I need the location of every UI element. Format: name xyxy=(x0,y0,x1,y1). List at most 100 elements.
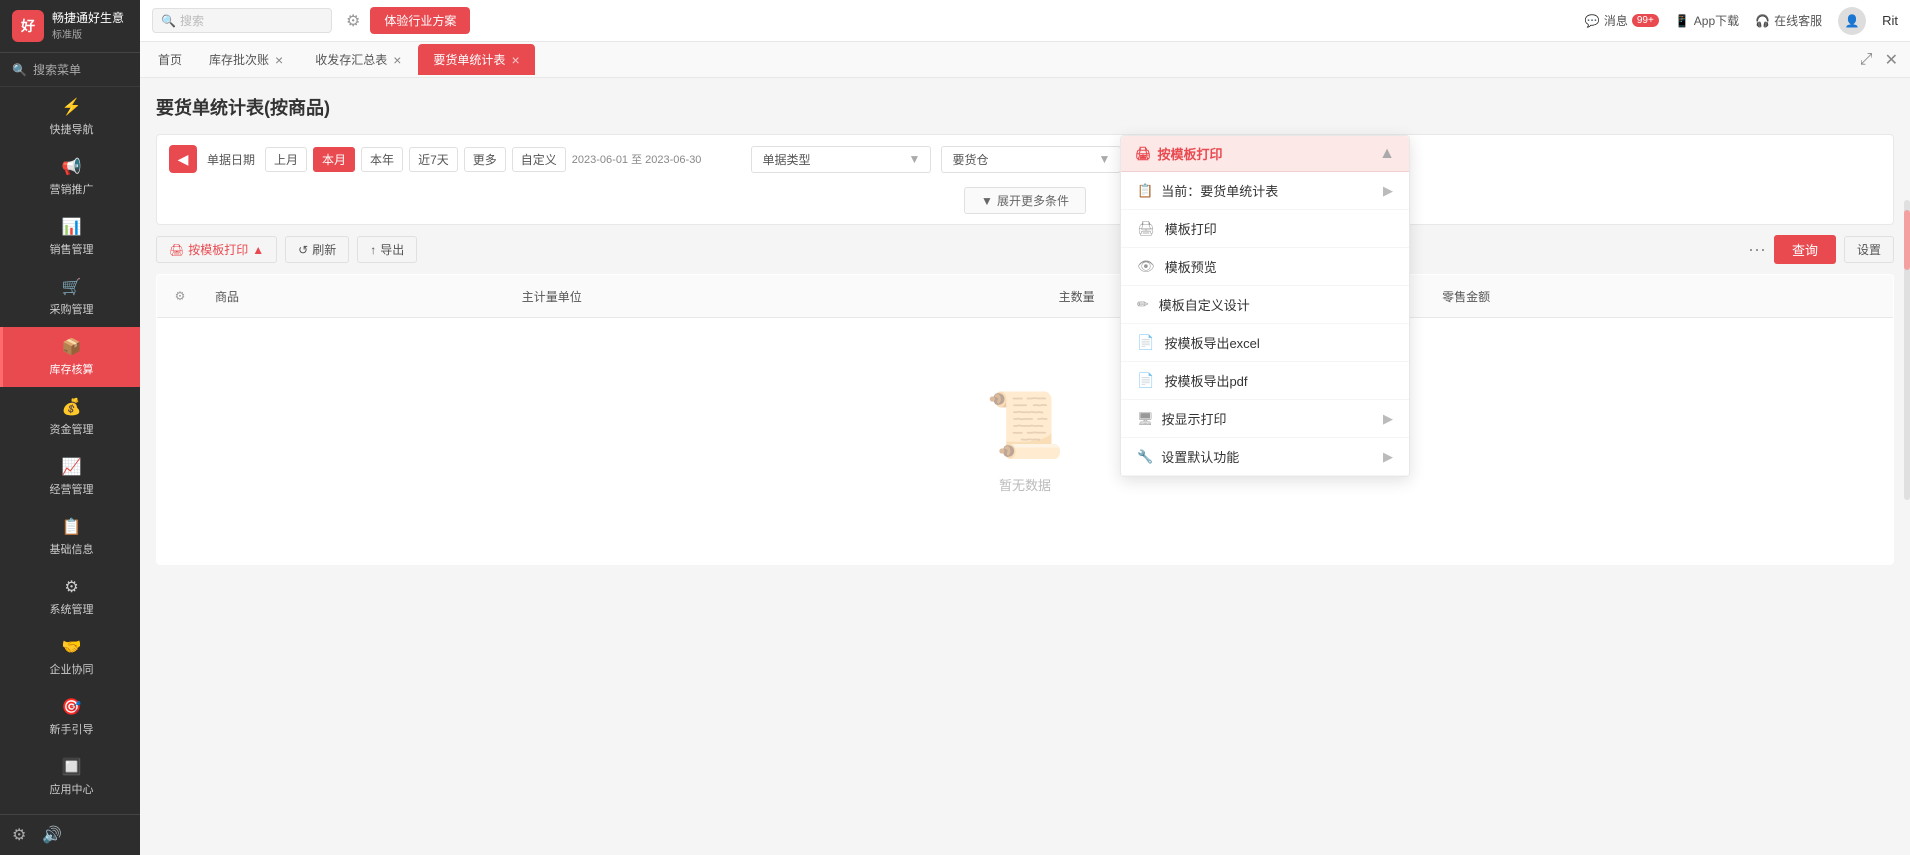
table-body: 📜 暂无数据 xyxy=(157,318,1894,565)
filter-bar: ◀ 单据日期 上月 本月 本年 近7天 更多 自定义 2023-06-01 至 … xyxy=(156,134,1894,225)
sidebar-item-inventory[interactable]: 📦 库存核算 xyxy=(0,327,140,387)
display-print-arrow-icon: ▶ xyxy=(1383,411,1393,427)
dropdown-item-export-pdf[interactable]: 📄 按模板导出pdf xyxy=(1121,362,1409,400)
sidebar-logo: 好 畅捷通好生意 标准版 xyxy=(0,0,140,53)
messages-badge: 99+ xyxy=(1632,14,1659,27)
date-btn-this-month[interactable]: 本月 xyxy=(313,147,355,172)
app-logo-icon: 好 xyxy=(12,10,44,42)
date-btn-this-year[interactable]: 本年 xyxy=(361,147,403,172)
dropdown-display-print-section[interactable]: 🖥 按显示打印 ▶ xyxy=(1121,400,1409,438)
topbar-search-box[interactable]: 🔍 搜索 xyxy=(152,8,332,33)
sidebar-item-quick-nav[interactable]: ⚡ 快捷导航 xyxy=(0,87,140,147)
sidebar-item-purchase[interactable]: 🛒 采购管理 xyxy=(0,267,140,327)
app-name: 畅捷通好生意 xyxy=(52,11,124,27)
dropdown-item-template-preview[interactable]: 👁 模板预览 xyxy=(1121,248,1409,286)
sidebar: 好 畅捷通好生意 标准版 🔍 搜索菜单 ⚡ 快捷导航 📢 营销推广 📊 销售管理… xyxy=(0,0,140,855)
sidebar-item-business[interactable]: 📈 经营管理 xyxy=(0,447,140,507)
print-template-button[interactable]: 🖨 按模板打印 ▲ xyxy=(156,236,277,263)
collab-nav-icon: 🤝 xyxy=(62,637,82,657)
scrollbar-thumb xyxy=(1904,210,1910,270)
app-name-block: 畅捷通好生意 标准版 xyxy=(52,11,124,42)
action-bar: 🖨 按模板打印 ▲ ↺ 刷新 ↑ 导出 ··· 查询 设置 xyxy=(156,235,1894,264)
type-filter-label: 单据类型 xyxy=(762,151,810,168)
sidebar-item-collab[interactable]: 🤝 企业协同 xyxy=(0,627,140,687)
refresh-button[interactable]: ↺ 刷新 xyxy=(285,236,349,263)
tab-requisition-stats[interactable]: 要货单统计表 × xyxy=(418,44,534,75)
topbar-settings-icon[interactable]: ⚙ xyxy=(346,11,360,31)
topbar-right: 💬 消息 99+ 📱 App下载 🎧 在线客服 👤 Rit xyxy=(1585,7,1898,35)
headset-icon: 🎧 xyxy=(1755,14,1770,28)
sidebar-item-finance[interactable]: 💰 资金管理 xyxy=(0,387,140,447)
tab-requisition-stats-label: 要货单统计表 xyxy=(433,51,505,68)
export-pdf-icon: 📄 xyxy=(1137,372,1154,389)
tab-home[interactable]: 首页 xyxy=(148,45,192,74)
settings-button[interactable]: 设置 xyxy=(1844,236,1894,263)
type-filter-arrow-icon: ▼ xyxy=(909,152,921,166)
dropdown-item-export-excel[interactable]: 📄 按模板导出excel xyxy=(1121,324,1409,362)
date-btn-more[interactable]: 更多 xyxy=(464,147,506,172)
user-avatar[interactable]: 👤 xyxy=(1838,7,1866,35)
dropdown-item-template-design[interactable]: ✏ 模板自定义设计 xyxy=(1121,286,1409,324)
apps-nav-label: 应用中心 xyxy=(50,781,94,797)
app-download-button[interactable]: 📱 App下载 xyxy=(1675,12,1739,29)
sidebar-item-guide[interactable]: 🎯 新手引导 xyxy=(0,687,140,747)
export-label: 导出 xyxy=(380,241,404,258)
trial-button[interactable]: 体验行业方案 xyxy=(370,7,470,34)
sidebar-item-marketing[interactable]: 📢 营销推广 xyxy=(0,147,140,207)
tab-inventory-batch[interactable]: 库存批次账 × xyxy=(194,44,298,75)
dropdown-current-item[interactable]: 📋 当前：要货单统计表 ▶ xyxy=(1121,172,1409,210)
right-scrollbar[interactable] xyxy=(1904,200,1910,500)
tab-collection-summary-close[interactable]: × xyxy=(393,53,401,67)
purchase-nav-label: 采购管理 xyxy=(50,301,94,317)
date-btn-7days[interactable]: 近7天 xyxy=(409,147,458,172)
data-table: ⚙ 商品 主计量单位 主数量 零售金额 📜 暂无数据 xyxy=(156,274,1894,565)
type-filter-select[interactable]: 单据类型 ▼ xyxy=(751,146,931,173)
sidebar-item-system[interactable]: ⚙ 系统管理 xyxy=(0,567,140,627)
settings-icon[interactable]: ⚙ xyxy=(12,825,26,845)
messages-button[interactable]: 💬 消息 99+ xyxy=(1585,12,1659,29)
system-nav-label: 系统管理 xyxy=(50,601,94,617)
dropdown-item-template-print[interactable]: 🖨 模板打印 xyxy=(1121,210,1409,248)
business-nav-label: 经营管理 xyxy=(50,481,94,497)
sidebar-item-basic[interactable]: 📋 基础信息 xyxy=(0,507,140,567)
query-button[interactable]: 查询 xyxy=(1774,235,1836,264)
empty-state-text: 暂无数据 xyxy=(999,475,1051,494)
goods-filter-select[interactable]: 要货仓 ▼ xyxy=(941,146,1121,173)
collapse-button[interactable]: ◀ xyxy=(169,145,197,173)
expand-icon: ▼ xyxy=(981,194,993,208)
template-preview-label: 模板预览 xyxy=(1165,257,1393,276)
dropdown-default-function-section[interactable]: 🔧 设置默认功能 ▶ xyxy=(1121,438,1409,476)
expand-more-button[interactable]: ▼ 展开更多条件 xyxy=(964,187,1086,214)
dropdown-printer-icon: 🖨 xyxy=(1135,146,1152,162)
sidebar-search[interactable]: 🔍 搜索菜单 xyxy=(0,53,140,87)
table-header-settings: ⚙ xyxy=(157,275,204,318)
tab-requisition-stats-close[interactable]: × xyxy=(511,53,519,67)
date-btn-custom[interactable]: 自定义 xyxy=(512,147,566,172)
app-download-label: App下载 xyxy=(1694,12,1739,29)
goods-filter-label: 要货仓 xyxy=(952,151,988,168)
tab-inventory-batch-close[interactable]: × xyxy=(275,53,283,67)
sidebar-item-wechat[interactable]: 💬 企业微信 xyxy=(0,807,140,814)
date-btn-last-month[interactable]: 上月 xyxy=(265,147,307,172)
table-column-settings-icon[interactable]: ⚙ xyxy=(169,285,191,307)
sidebar-item-sales[interactable]: 📊 销售管理 xyxy=(0,207,140,267)
dropdown-current-arrow-icon: ▶ xyxy=(1383,183,1393,199)
date-range-display: 2023-06-01 至 2023-06-30 xyxy=(572,151,702,167)
tabbar-close-button[interactable]: ✕ xyxy=(1881,46,1902,74)
display-print-icon: 🖥 xyxy=(1137,411,1154,427)
template-design-icon: ✏ xyxy=(1137,296,1149,313)
tab-collection-summary-label: 收发存汇总表 xyxy=(315,51,387,68)
export-button[interactable]: ↑ 导出 xyxy=(357,236,417,263)
download-icon: 📱 xyxy=(1675,14,1690,28)
sidebar-item-apps[interactable]: 🔲 应用中心 xyxy=(0,747,140,807)
marketing-nav-icon: 📢 xyxy=(62,157,82,177)
speaker-icon[interactable]: 🔊 xyxy=(42,825,62,845)
tabbar-maximize-button[interactable]: ⤢ xyxy=(1856,47,1877,73)
user-name: Rit xyxy=(1882,13,1898,28)
more-options-button[interactable]: ··· xyxy=(1748,239,1766,260)
table-empty-row: 📜 暂无数据 xyxy=(157,318,1894,565)
dropdown-close-button[interactable]: ▲ xyxy=(1379,145,1395,163)
tab-collection-summary[interactable]: 收发存汇总表 × xyxy=(300,44,416,75)
topbar-search-text: 搜索 xyxy=(180,12,204,29)
customer-service-button[interactable]: 🎧 在线客服 xyxy=(1755,12,1822,29)
